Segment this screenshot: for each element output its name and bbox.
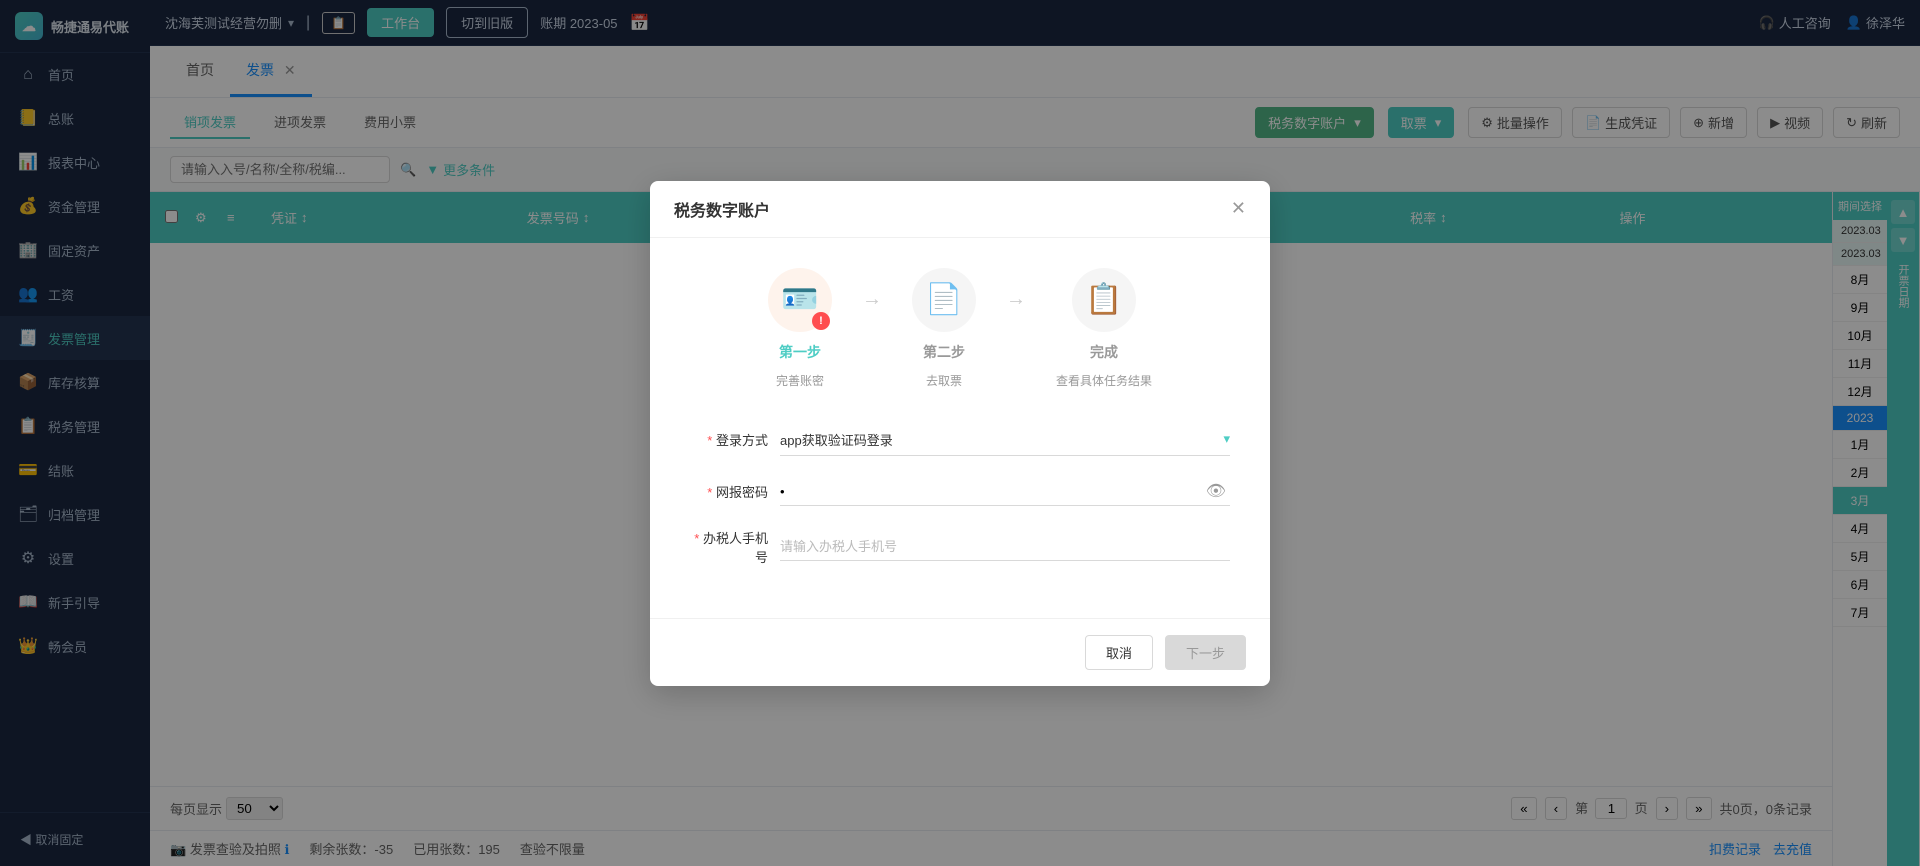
password-toggle-icon[interactable]: 👁 [1202,481,1230,501]
password-label: * 网报密码 [690,482,780,501]
phone-control [780,533,1230,561]
step-1: 🪪 ! 第一步 完善账密 [768,268,832,389]
step3-icon: 📋 [1085,282,1122,317]
password-input[interactable] [780,478,1202,505]
steps-indicator: 🪪 ! 第一步 完善账密 → 📄 第二步 去取票 → [690,268,1230,389]
step1-badge: ! [812,312,830,330]
step1-icon: 🪪 [781,282,818,317]
phone-label: * 办税人手机号 [690,528,780,566]
step2-desc: 去取票 [926,372,962,389]
step2-icon: 📄 [925,282,962,317]
next-step-button[interactable]: 下一步 [1165,635,1246,670]
login-method-label: * 登录方式 [690,430,780,449]
form-row-login-method: * 登录方式 app获取验证码登录 ▾ [690,424,1230,456]
step-arrow-1: → [832,288,912,311]
step2-icon-wrap: 📄 [912,268,976,332]
step-2: 📄 第二步 去取票 [912,268,976,389]
required-mark-1: * [707,433,712,448]
login-method-select[interactable]: app获取验证码登录 ▾ [780,424,1230,456]
phone-input[interactable] [780,533,1230,561]
step1-label: 第一步 [779,342,821,362]
modal-header: 税务数字账户 ✕ [650,181,1270,238]
step3-label: 完成 [1090,342,1118,362]
modal-title: 税务数字账户 [674,197,770,221]
password-wrap: 👁 [780,478,1230,506]
cancel-button[interactable]: 取消 [1085,635,1153,670]
select-dropdown-icon: ▾ [1223,431,1230,447]
required-mark-2: * [707,485,712,500]
step1-icon-wrap: 🪪 ! [768,268,832,332]
password-control: 👁 [780,478,1230,506]
modal-overlay[interactable]: 税务数字账户 ✕ 🪪 ! 第一步 完善账密 → [0,0,1920,866]
required-mark-3: * [694,531,699,546]
step3-icon-wrap: 📋 [1072,268,1136,332]
modal-body: 🪪 ! 第一步 完善账密 → 📄 第二步 去取票 → [650,238,1270,618]
form-row-password: * 网报密码 👁 [690,478,1230,506]
step-arrow-2: → [976,288,1056,311]
step2-label: 第二步 [923,342,965,362]
step1-desc: 完善账密 [776,372,824,389]
modal-footer: 取消 下一步 [650,618,1270,686]
step3-desc: 查看具体任务结果 [1056,372,1152,389]
step-3: 📋 完成 查看具体任务结果 [1056,268,1152,389]
modal-form: * 登录方式 app获取验证码登录 ▾ * 网报密码 [690,424,1230,566]
login-method-control: app获取验证码登录 ▾ [780,424,1230,456]
form-row-phone: * 办税人手机号 [690,528,1230,566]
modal-close-button[interactable]: ✕ [1231,198,1246,219]
tax-account-modal: 税务数字账户 ✕ 🪪 ! 第一步 完善账密 → [650,181,1270,686]
